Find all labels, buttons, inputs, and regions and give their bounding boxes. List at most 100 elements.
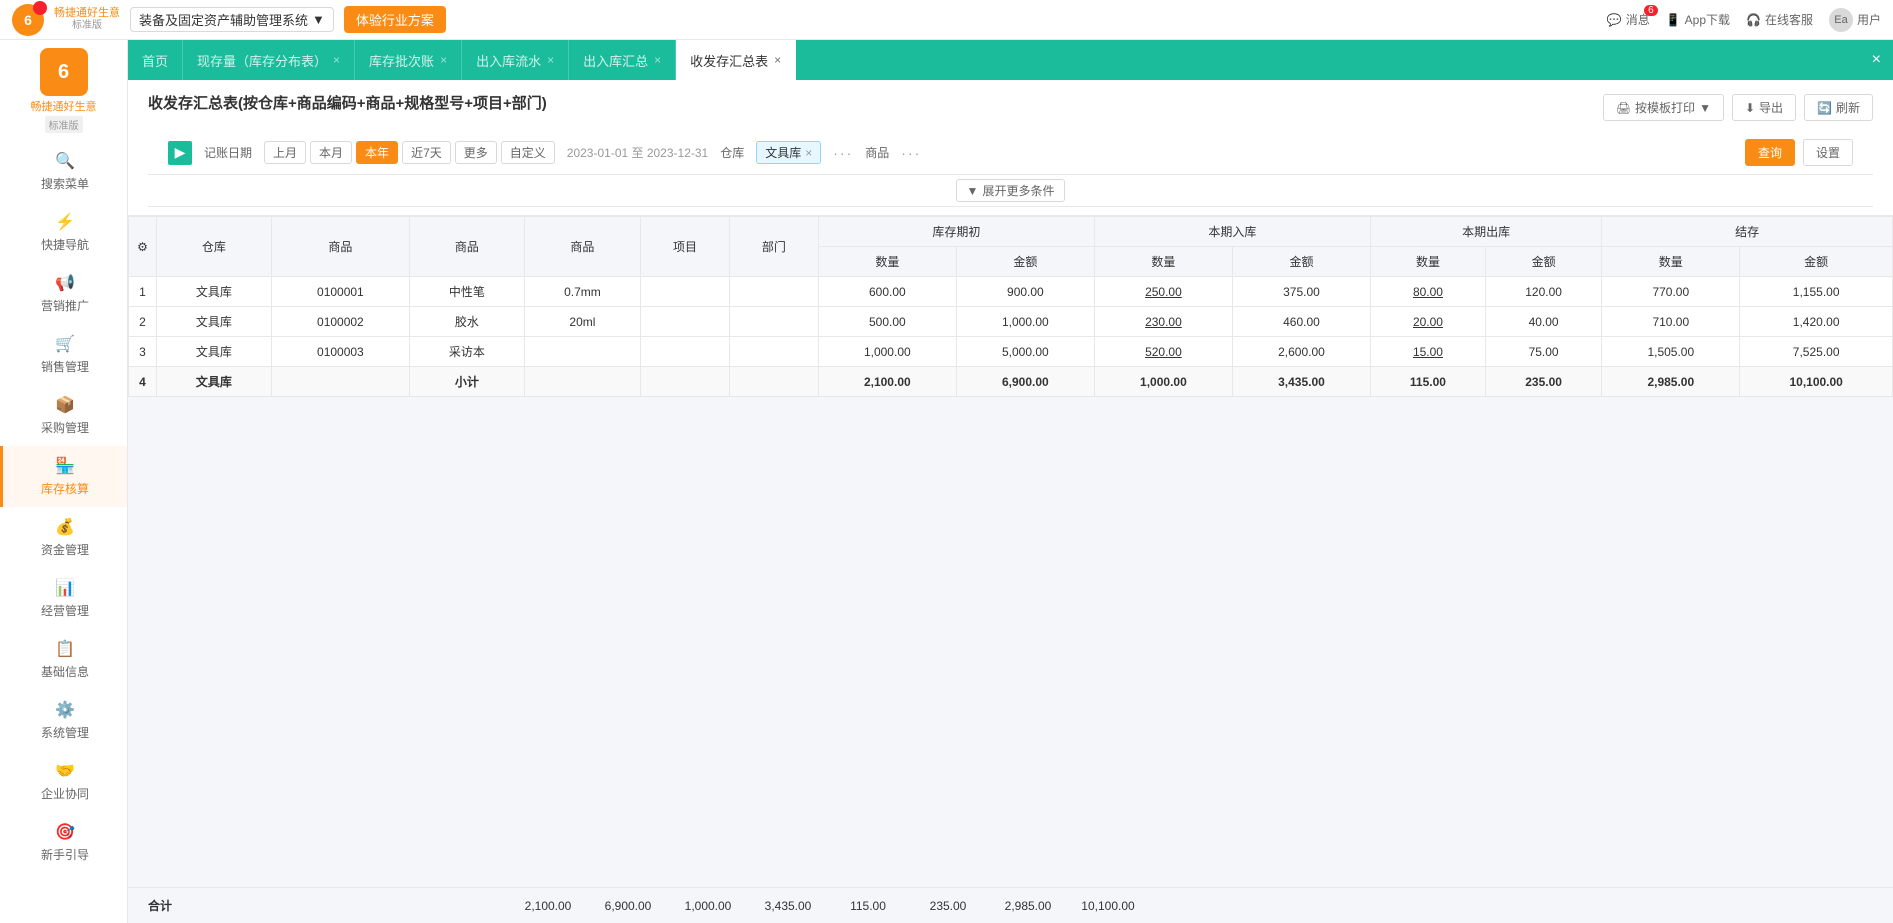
goods-dots[interactable]: ···	[901, 145, 921, 161]
total-init-qty: 2,100.00	[508, 899, 588, 913]
cell-name: 采访本	[409, 337, 524, 367]
trial-button[interactable]: 体验行业方案	[344, 6, 446, 33]
sidebar-item-basic[interactable]: 📋 基础信息	[0, 629, 127, 690]
sidebar-item-inventory[interactable]: 🏪 库存核算	[0, 446, 127, 507]
th-out-qty: 数量	[1370, 247, 1485, 277]
tab-receive-close[interactable]: ×	[774, 53, 781, 67]
expand-btn[interactable]: ▼ 展开更多条件	[956, 179, 1066, 202]
settings-button[interactable]: 设置	[1803, 139, 1853, 166]
cell-dept	[729, 307, 818, 337]
sidebar-item-finance[interactable]: 💰 资金管理	[0, 507, 127, 568]
sidebar-item-newbie[interactable]: 🎯 新手引导	[0, 812, 127, 873]
cell-out-qty[interactable]: 15.00	[1370, 337, 1485, 367]
sidebar-item-label: 采购管理	[41, 419, 89, 436]
cell-out-qty[interactable]: 80.00	[1370, 277, 1485, 307]
cell-in-qty[interactable]: 520.00	[1094, 337, 1232, 367]
online-service-action[interactable]: 🎧 在线客服	[1746, 11, 1813, 28]
th-dept: 部门	[729, 217, 818, 277]
header-actions: 收发存汇总表(按仓库+商品编码+商品+规格型号+项目+部门) 🖨 按模板打印 ▼…	[148, 92, 1873, 123]
tab-home[interactable]: 首页	[128, 40, 183, 80]
warehouse-dots[interactable]: ···	[833, 145, 853, 161]
cell-warehouse: 文具库	[157, 337, 272, 367]
sidebar-item-search[interactable]: 🔍 搜索菜单	[0, 141, 127, 202]
quick-icon: ⚡	[55, 212, 75, 232]
header-right-actions: 🖨 按模板打印 ▼ ⬇ 导出 🔄 刷新	[1603, 94, 1873, 121]
sidebar-item-label: 销售管理	[41, 358, 89, 375]
cell-in-amt: 2,600.00	[1232, 337, 1370, 367]
cell-spec	[524, 337, 640, 367]
cell-in-qty[interactable]: 250.00	[1094, 277, 1232, 307]
date-prev-month[interactable]: 上月	[264, 141, 306, 164]
export-button[interactable]: ⬇ 导出	[1732, 94, 1796, 121]
cell-init-amt: 1,000.00	[956, 307, 1094, 337]
total-bal-amt: 10,100.00	[1068, 899, 1148, 913]
date-cur-year[interactable]: 本年	[356, 141, 398, 164]
sidebar-item-label: 系统管理	[41, 724, 89, 741]
system-name-text: 装备及固定资产辅助管理系统	[139, 10, 308, 29]
sidebar-item-purchase[interactable]: 📦 采购管理	[0, 385, 127, 446]
tab-batch[interactable]: 库存批次账 ×	[355, 40, 462, 80]
cell-init-qty: 600.00	[818, 277, 956, 307]
total-init-amt: 6,900.00	[588, 899, 668, 913]
th-spec: 商品	[524, 217, 640, 277]
sidebar-logo-area: 6 畅捷通好生意 标准版	[0, 40, 127, 141]
date-cur-month[interactable]: 本月	[310, 141, 352, 164]
tab-home-label: 首页	[142, 51, 168, 70]
app-download-action[interactable]: 📱 App下载	[1666, 11, 1730, 28]
date-7days[interactable]: 近7天	[402, 141, 451, 164]
tab-bar-close-all[interactable]: ×	[1860, 51, 1893, 69]
tab-batch-label: 库存批次账	[369, 51, 434, 70]
tab-inout-summary-close[interactable]: ×	[654, 53, 661, 67]
cell-bal-amt: 1,420.00	[1740, 307, 1893, 337]
avatar: Ea	[1829, 8, 1853, 32]
tab-inout-summary[interactable]: 出入库汇总 ×	[569, 40, 676, 80]
tab-stock-close[interactable]: ×	[333, 53, 340, 67]
th-settings[interactable]: ⚙	[129, 217, 157, 277]
th-bal-amt: 金额	[1740, 247, 1893, 277]
tab-flow-close[interactable]: ×	[547, 53, 554, 67]
basic-icon: 📋	[55, 639, 75, 659]
cell-spec: 0.7mm	[524, 277, 640, 307]
system-selector[interactable]: 装备及固定资产辅助管理系统 ▼	[130, 7, 334, 32]
collapse-btn[interactable]: ▶	[168, 141, 192, 165]
user-action[interactable]: Ea 用户	[1829, 8, 1881, 32]
th-out-amt: 金额	[1485, 247, 1601, 277]
message-action[interactable]: 💬 消息 6	[1607, 11, 1650, 28]
cell-out-qty[interactable]: 20.00	[1370, 307, 1485, 337]
sidebar-item-label: 营销推广	[41, 297, 89, 314]
tab-batch-close[interactable]: ×	[440, 53, 447, 67]
page-title: 收发存汇总表(按仓库+商品编码+商品+规格型号+项目+部门)	[148, 92, 547, 113]
sidebar-item-marketing[interactable]: 📢 营销推广	[0, 263, 127, 324]
sidebar-item-enterprise[interactable]: 🤝 企业协同	[0, 751, 127, 812]
th-bal-group: 结存	[1602, 217, 1893, 247]
sidebar-item-label: 资金管理	[41, 541, 89, 558]
sidebar-item-sales[interactable]: 🛒 销售管理	[0, 324, 127, 385]
tab-stock-label: 现存量（库存分布表）	[197, 51, 327, 70]
date-more[interactable]: 更多	[455, 141, 497, 164]
chevron-down-icon: ▼	[1699, 101, 1711, 115]
sidebar-item-system[interactable]: ⚙️ 系统管理	[0, 690, 127, 751]
sidebar: 6 畅捷通好生意 标准版 🔍 搜索菜单 ⚡ 快捷导航 📢 营销推广 🛒 销售管理…	[0, 40, 128, 923]
sidebar-item-operation[interactable]: 📊 经营管理	[0, 568, 127, 629]
sidebar-item-quick[interactable]: ⚡ 快捷导航	[0, 202, 127, 263]
cell-out-amt: 40.00	[1485, 307, 1601, 337]
marketing-icon: 📢	[55, 273, 75, 293]
cell-init-amt: 5,000.00	[956, 337, 1094, 367]
cell-in-qty[interactable]: 230.00	[1094, 307, 1232, 337]
tab-stock[interactable]: 现存量（库存分布表） ×	[183, 40, 355, 80]
cell-in-qty[interactable]: 1,000.00	[1094, 367, 1232, 397]
expand-row: ▼ 展开更多条件	[148, 175, 1873, 207]
date-custom[interactable]: 自定义	[501, 141, 555, 164]
tab-flow[interactable]: 出入库流水 ×	[462, 40, 569, 80]
cell-spec	[524, 367, 640, 397]
print-button[interactable]: 🖨 按模板打印 ▼	[1603, 94, 1724, 121]
cell-out-qty[interactable]: 115.00	[1370, 367, 1485, 397]
tab-receive-label: 收发存汇总表	[690, 51, 768, 70]
refresh-button[interactable]: 🔄 刷新	[1804, 94, 1873, 121]
tab-receive[interactable]: 收发存汇总表 ×	[676, 40, 796, 80]
query-button[interactable]: 查询	[1745, 139, 1795, 166]
data-table: ⚙ 仓库 商品 商品 商品 项目 部门 库存期初 本期入库 本期出库 结存	[128, 216, 1893, 397]
finance-icon: 💰	[55, 517, 75, 537]
newbie-icon: 🎯	[55, 822, 75, 842]
warehouse-filter-close[interactable]: ×	[805, 146, 812, 160]
